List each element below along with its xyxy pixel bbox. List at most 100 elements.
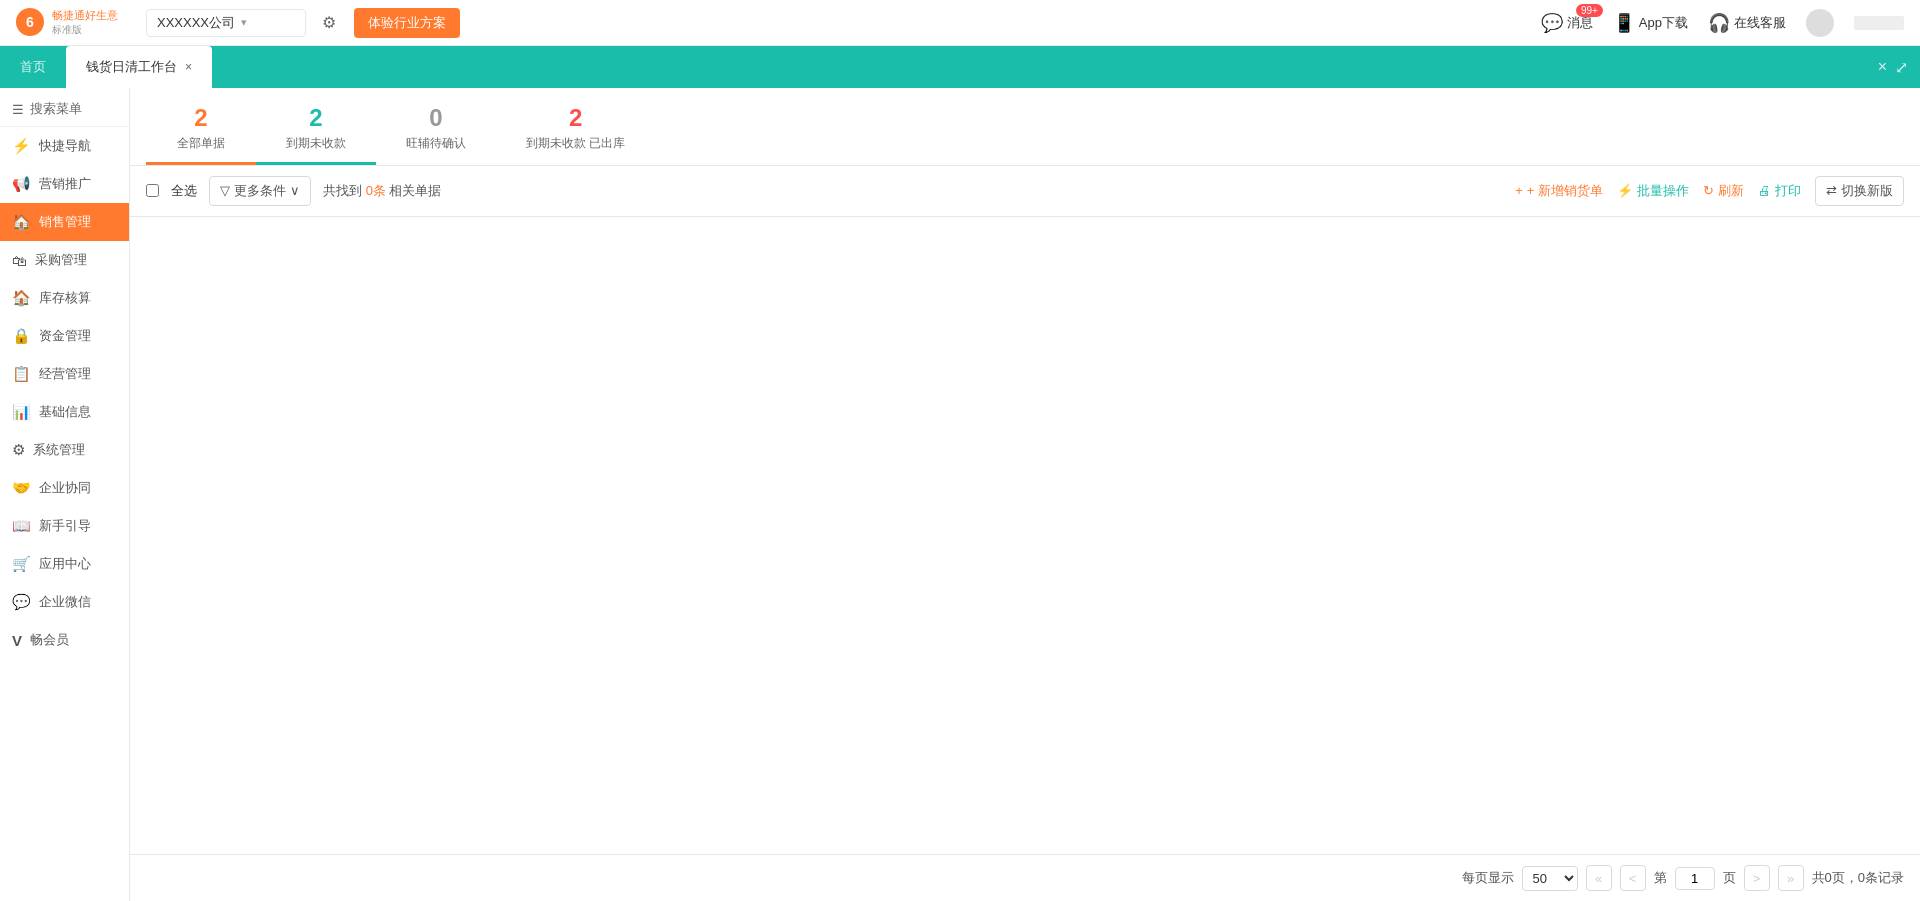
sidebar-item-label: 畅会员: [30, 631, 69, 649]
sidebar-item-label: 销售管理: [39, 213, 91, 231]
page-suffix: 页: [1723, 869, 1736, 887]
table-area: [130, 217, 1920, 854]
tab-expand-icon[interactable]: ⤢: [1895, 58, 1908, 77]
switch-icon: ⇄: [1826, 183, 1837, 198]
main-layout: ☰ 搜索菜单 ⚡ 快捷导航 📢 营销推广 🏠 销售管理 🛍 采购管理 🏠 库存核…: [0, 88, 1920, 901]
message-notification[interactable]: 💬 消息 99+: [1541, 12, 1593, 34]
sidebar-item-label: 资金管理: [39, 327, 91, 345]
found-count: 0条: [366, 183, 386, 198]
tab-minimize-icon[interactable]: ×: [1878, 58, 1887, 76]
sidebar-item-label: 应用中心: [39, 555, 91, 573]
found-text: 共找到 0条 相关单据: [323, 182, 441, 200]
sidebar-item-member[interactable]: V 畅会员: [0, 621, 129, 659]
tab-home-label: 首页: [20, 58, 46, 76]
sidebar-item-wechat[interactable]: 💬 企业微信: [0, 583, 129, 621]
select-all-label: 全选: [171, 182, 197, 200]
app-download-icon: 📱: [1613, 12, 1635, 34]
stat-count-overdue: 2: [309, 104, 322, 133]
tab-close-icon[interactable]: ×: [185, 60, 192, 74]
top-bar: 6 畅捷通好生意 标准版 XXXXXX公司 ▾ ⚙ 体验行业方案 💬 消息 99…: [0, 0, 1920, 46]
sidebar-item-purchase[interactable]: 🛍 采购管理: [0, 241, 129, 279]
page-number-input[interactable]: [1675, 867, 1715, 890]
prev-page-button[interactable]: <: [1620, 865, 1646, 891]
sidebar-item-label: 采购管理: [35, 251, 87, 269]
sidebar-item-finance[interactable]: 🔒 资金管理: [0, 317, 129, 355]
page-label: 第: [1654, 869, 1667, 887]
tab-bar: 首页 钱货日清工作台 × × ⤢: [0, 46, 1920, 88]
logo-area: 6 畅捷通好生意 标准版: [16, 8, 146, 36]
first-page-button[interactable]: «: [1586, 865, 1612, 891]
sidebar-item-inventory[interactable]: 🏠 库存核算: [0, 279, 129, 317]
stat-tab-overdue-shipped[interactable]: 2 到期未收款 已出库: [496, 96, 655, 165]
sidebar-item-basic-info[interactable]: 📊 基础信息: [0, 393, 129, 431]
toolbar: 全选 ▽ 更多条件 ∨ 共找到 0条 相关单据 + + 新增销货单 ⚡ 批量操作: [130, 166, 1920, 217]
top-right-area: 💬 消息 99+ 📱 App下载 🎧 在线客服: [1541, 9, 1904, 37]
tab-home[interactable]: 首页: [0, 46, 66, 88]
company-name: XXXXXX公司: [157, 14, 235, 32]
add-label: + 新增销货单: [1527, 182, 1603, 200]
sidebar-item-app-center[interactable]: 🛒 应用中心: [0, 545, 129, 583]
sidebar-item-label: 库存核算: [39, 289, 91, 307]
sidebar-item-label: 基础信息: [39, 403, 91, 421]
marketing-icon: 📢: [12, 175, 31, 193]
sidebar-item-label: 系统管理: [33, 441, 85, 459]
toolbar-right: + + 新增销货单 ⚡ 批量操作 ↻ 刷新 🖨 打印 ⇄ 切换新版: [1515, 176, 1904, 206]
sidebar-item-cooperation[interactable]: 🤝 企业协同: [0, 469, 129, 507]
search-menu-label: 搜索菜单: [30, 100, 82, 118]
sidebar-item-quick-nav[interactable]: ⚡ 快捷导航: [0, 127, 129, 165]
sidebar-item-label: 新手引导: [39, 517, 91, 535]
next-page-button[interactable]: >: [1744, 865, 1770, 891]
filter-chevron-icon: ∨: [290, 183, 300, 198]
refresh-button[interactable]: ↻ 刷新: [1703, 182, 1744, 200]
print-icon: 🖨: [1758, 183, 1771, 198]
sidebar-item-sales[interactable]: 🏠 销售管理: [0, 203, 129, 241]
add-sales-order-button[interactable]: + + 新增销货单: [1515, 182, 1603, 200]
print-button[interactable]: 🖨 打印: [1758, 182, 1801, 200]
app-center-icon: 🛒: [12, 555, 31, 573]
service-label: 在线客服: [1734, 14, 1786, 32]
sidebar-item-guide[interactable]: 📖 新手引导: [0, 507, 129, 545]
found-prefix: 共找到: [323, 183, 362, 198]
stat-label-overdue: 到期未收款: [286, 135, 346, 152]
settings-button[interactable]: ⚙: [314, 8, 344, 38]
search-icon: ☰: [12, 102, 24, 117]
select-all-checkbox[interactable]: [146, 184, 159, 197]
basic-info-icon: 📊: [12, 403, 31, 421]
experience-button[interactable]: 体验行业方案: [354, 8, 460, 38]
message-badge: 99+: [1576, 4, 1603, 17]
app-download-label: App下载: [1639, 14, 1688, 32]
last-page-button[interactable]: »: [1778, 865, 1804, 891]
sidebar-item-system[interactable]: ⚙ 系统管理: [0, 431, 129, 469]
system-icon: ⚙: [12, 441, 25, 459]
online-service[interactable]: 🎧 在线客服: [1708, 12, 1786, 34]
stat-tab-overdue[interactable]: 2 到期未收款: [256, 96, 376, 165]
tab-workbench[interactable]: 钱货日清工作台 ×: [66, 46, 212, 88]
page-size-select[interactable]: 50 20 100: [1522, 866, 1578, 891]
avatar[interactable]: [1806, 9, 1834, 37]
sidebar-item-label: 快捷导航: [39, 137, 91, 155]
stat-count-overdue-shipped: 2: [569, 104, 582, 133]
search-menu[interactable]: ☰ 搜索菜单: [0, 88, 129, 127]
filter-button[interactable]: ▽ 更多条件 ∨: [209, 176, 311, 206]
stat-tab-all[interactable]: 2 全部单据: [146, 96, 256, 165]
batch-operation-button[interactable]: ⚡ 批量操作: [1617, 182, 1689, 200]
message-icon: 💬: [1541, 12, 1563, 34]
filter-label: 更多条件: [234, 182, 286, 200]
content-area: 2 全部单据 2 到期未收款 0 旺辅待确认 2 到期未收款 已出库 全选 ▽ …: [130, 88, 1920, 901]
stat-tab-pending[interactable]: 0 旺辅待确认: [376, 96, 496, 165]
app-download[interactable]: 📱 App下载: [1613, 12, 1688, 34]
operations-icon: 📋: [12, 365, 31, 383]
pagination-bar: 每页显示 50 20 100 « < 第 页 > » 共0页，0条记录: [130, 854, 1920, 901]
sidebar-item-operations[interactable]: 📋 经营管理: [0, 355, 129, 393]
guide-icon: 📖: [12, 517, 31, 535]
batch-icon: ⚡: [1617, 183, 1633, 198]
cooperation-icon: 🤝: [12, 479, 31, 497]
chevron-down-icon: ▾: [241, 16, 247, 29]
switch-version-button[interactable]: ⇄ 切换新版: [1815, 176, 1904, 206]
print-label: 打印: [1775, 182, 1801, 200]
per-page-label: 每页显示: [1462, 869, 1514, 887]
sidebar-item-marketing[interactable]: 📢 营销推广: [0, 165, 129, 203]
sales-icon: 🏠: [12, 213, 31, 231]
wechat-icon: 💬: [12, 593, 31, 611]
company-selector[interactable]: XXXXXX公司 ▾: [146, 9, 306, 37]
